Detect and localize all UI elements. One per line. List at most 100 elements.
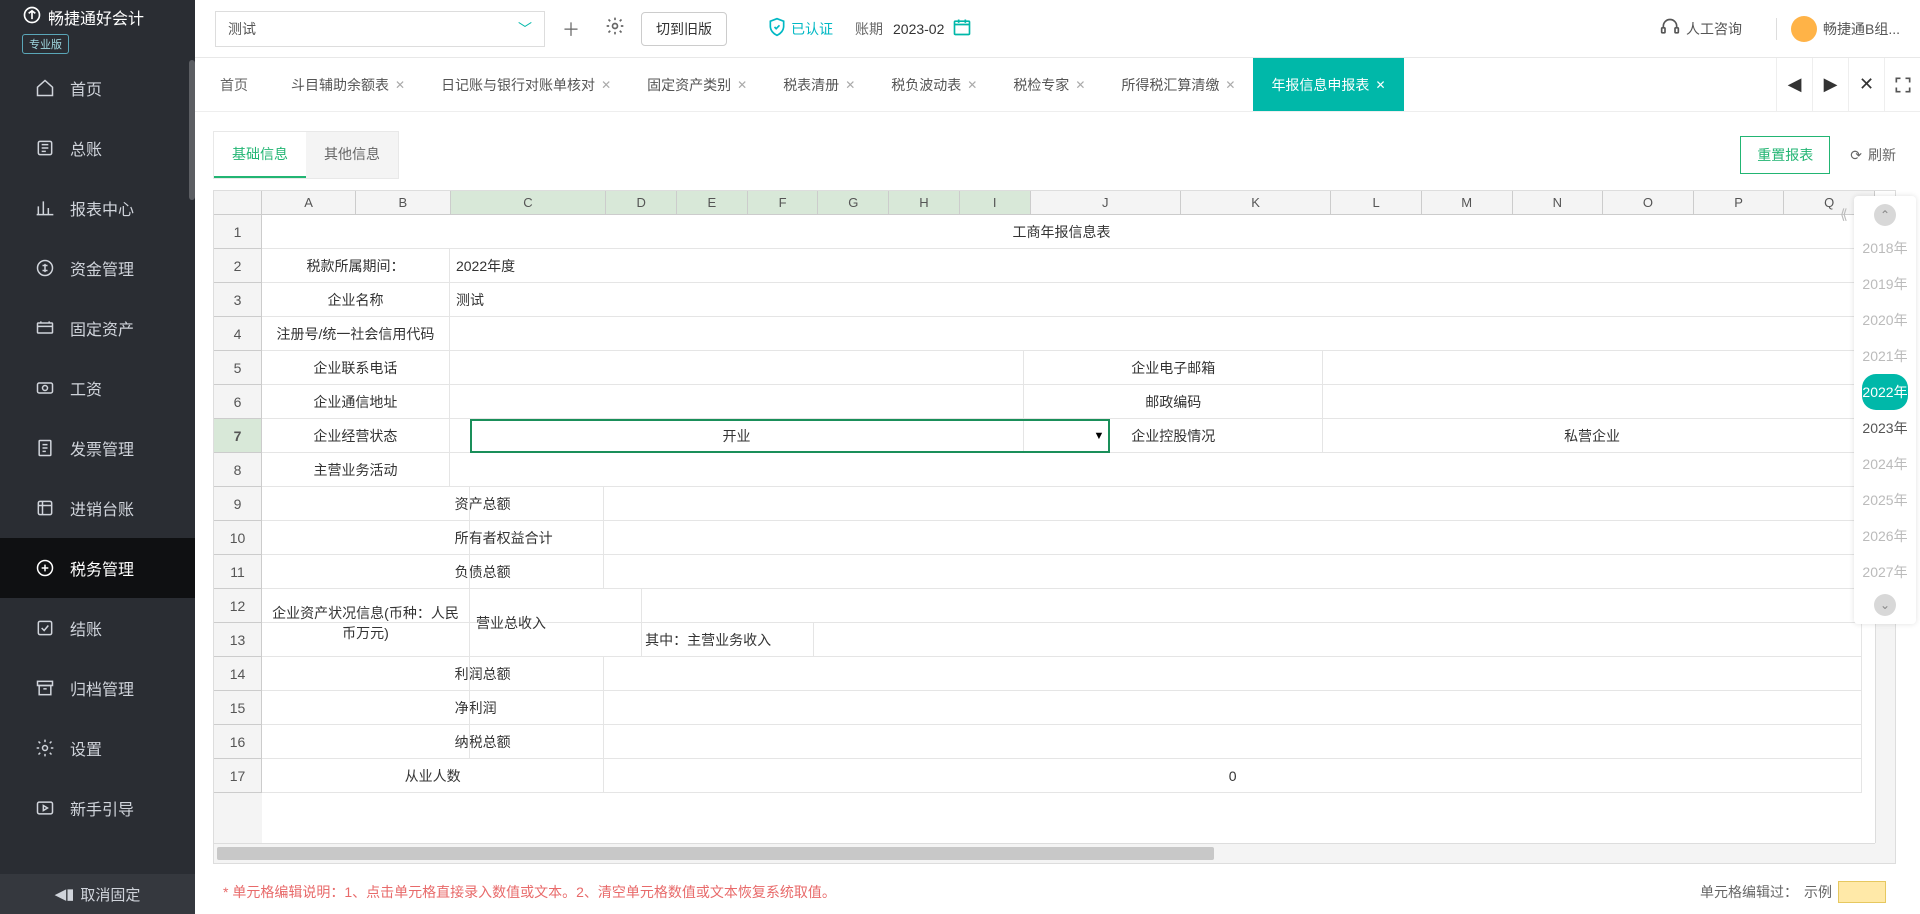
- col-header[interactable]: C: [451, 191, 607, 215]
- row-header[interactable]: 5: [214, 351, 262, 385]
- add-button[interactable]: ＋: [553, 11, 589, 47]
- tab[interactable]: 固定资产类别 ✕: [629, 58, 765, 111]
- close-icon[interactable]: ✕: [1075, 78, 1085, 92]
- col-header[interactable]: B: [356, 191, 450, 215]
- row-header[interactable]: 10: [214, 521, 262, 555]
- year-option[interactable]: 2021年: [1858, 338, 1911, 374]
- tab[interactable]: 所得税汇算清缴 ✕: [1103, 58, 1253, 111]
- row-header[interactable]: 16: [214, 725, 262, 759]
- business-status-cell[interactable]: 开业: [450, 419, 1025, 452]
- year-option[interactable]: 2018年: [1858, 230, 1911, 266]
- row-header[interactable]: 8: [214, 453, 262, 487]
- sidebar-item-guide[interactable]: 新手引导: [0, 778, 195, 838]
- value-cell[interactable]: [604, 657, 1862, 690]
- row-header[interactable]: 15: [214, 691, 262, 725]
- row-header[interactable]: 12: [214, 589, 262, 623]
- col-header[interactable]: D: [606, 191, 677, 215]
- close-icon[interactable]: ✕: [395, 78, 405, 92]
- row-header[interactable]: 11: [214, 555, 262, 589]
- calendar-button[interactable]: [952, 17, 972, 40]
- year-option[interactable]: 2026年: [1858, 518, 1911, 554]
- year-option[interactable]: 2024年: [1858, 446, 1911, 482]
- year-option[interactable]: 2027年: [1858, 554, 1911, 590]
- tab[interactable]: 税负波动表 ✕: [873, 58, 995, 111]
- row-header[interactable]: 13: [214, 623, 262, 657]
- subtab-other[interactable]: 其他信息: [306, 132, 398, 178]
- col-header[interactable]: H: [889, 191, 960, 215]
- col-header[interactable]: N: [1513, 191, 1604, 215]
- year-collapse-icon[interactable]: ⟪: [1840, 206, 1848, 223]
- holding-cell[interactable]: 私营企业: [1323, 419, 1862, 452]
- reset-report-button[interactable]: 重置报表: [1740, 136, 1830, 174]
- close-icon[interactable]: ✕: [1375, 78, 1385, 92]
- user-menu[interactable]: 畅捷通B组...: [1791, 16, 1900, 42]
- row-header[interactable]: 6: [214, 385, 262, 419]
- value-cell[interactable]: [604, 521, 1862, 554]
- main-revenue-cell[interactable]: [814, 623, 1862, 656]
- col-header[interactable]: A: [262, 191, 356, 215]
- close-icon[interactable]: ✕: [1225, 78, 1235, 92]
- tab-home[interactable]: 首页: [195, 58, 273, 111]
- value-cell[interactable]: [604, 487, 1862, 520]
- headcount-cell[interactable]: 0: [604, 759, 1862, 792]
- value-cell[interactable]: [604, 555, 1862, 588]
- col-header[interactable]: J: [1031, 191, 1181, 215]
- tab[interactable]: 年报信息申报表 ✕: [1253, 58, 1403, 111]
- sidebar-item-ledger[interactable]: 总账: [0, 118, 195, 178]
- credit-code-cell[interactable]: [450, 317, 1862, 350]
- year-option[interactable]: 2019年: [1858, 266, 1911, 302]
- old-version-button[interactable]: 切到旧版: [641, 12, 727, 46]
- postcode-cell[interactable]: [1323, 385, 1862, 418]
- value-cell[interactable]: [604, 691, 1862, 724]
- sidebar-item-salary[interactable]: 工资: [0, 358, 195, 418]
- sidebar-item-asset[interactable]: 固定资产: [0, 298, 195, 358]
- row-header[interactable]: 14: [214, 657, 262, 691]
- tab-close-button[interactable]: ✕: [1848, 58, 1884, 111]
- row-header[interactable]: 2: [214, 249, 262, 283]
- col-header[interactable]: I: [960, 191, 1031, 215]
- row-header[interactable]: 4: [214, 317, 262, 351]
- tab[interactable]: 斗目辅助余额表 ✕: [273, 58, 423, 111]
- close-icon[interactable]: ✕: [737, 78, 747, 92]
- company-name-cell[interactable]: 测试: [450, 283, 1862, 316]
- col-header[interactable]: M: [1422, 191, 1513, 215]
- row-header[interactable]: 9: [214, 487, 262, 521]
- tab-next-button[interactable]: ▶: [1812, 58, 1848, 111]
- row-header[interactable]: 1: [214, 215, 262, 249]
- tab[interactable]: 税表清册 ✕: [765, 58, 873, 111]
- row-header[interactable]: 7: [214, 419, 262, 453]
- tab[interactable]: 日记账与银行对账单核对 ✕: [423, 58, 629, 111]
- year-option[interactable]: 2025年: [1858, 482, 1911, 518]
- revenue-cell[interactable]: [603, 589, 1862, 622]
- subtab-basic[interactable]: 基础信息: [214, 132, 306, 178]
- year-up-button[interactable]: ⌃: [1874, 204, 1896, 226]
- col-header[interactable]: L: [1331, 191, 1422, 215]
- address-cell[interactable]: [450, 385, 1025, 418]
- sidebar-item-fund[interactable]: 资金管理: [0, 238, 195, 298]
- account-select[interactable]: 测试 ﹀: [215, 11, 545, 47]
- close-icon[interactable]: ✕: [845, 78, 855, 92]
- gear-button[interactable]: [597, 11, 633, 47]
- dropdown-arrow-icon[interactable]: ▼: [1092, 429, 1106, 443]
- year-option[interactable]: 2023年: [1858, 410, 1911, 446]
- value-cell[interactable]: [604, 725, 1862, 758]
- unpin-button[interactable]: ◀▮ 取消固定: [0, 874, 195, 914]
- col-header[interactable]: P: [1694, 191, 1785, 215]
- year-option[interactable]: 2020年: [1858, 302, 1911, 338]
- col-header[interactable]: K: [1181, 191, 1331, 215]
- year-down-button[interactable]: ⌄: [1874, 594, 1896, 616]
- sidebar-item-purchase[interactable]: 进销台账: [0, 478, 195, 538]
- phone-cell[interactable]: [450, 351, 1025, 384]
- close-icon[interactable]: ✕: [601, 78, 611, 92]
- sidebar-item-close[interactable]: 结账: [0, 598, 195, 658]
- row-header[interactable]: 3: [214, 283, 262, 317]
- main-activity-cell[interactable]: [450, 453, 1862, 486]
- col-header[interactable]: O: [1603, 191, 1694, 215]
- sidebar-item-settings[interactable]: 设置: [0, 718, 195, 778]
- tab-prev-button[interactable]: ◀: [1776, 58, 1812, 111]
- col-header[interactable]: F: [748, 191, 819, 215]
- sheet-h-scrollbar[interactable]: [214, 843, 1875, 863]
- sidebar-item-tax[interactable]: 税务管理: [0, 538, 195, 598]
- email-cell[interactable]: [1323, 351, 1862, 384]
- sidebar-item-invoice[interactable]: 发票管理: [0, 418, 195, 478]
